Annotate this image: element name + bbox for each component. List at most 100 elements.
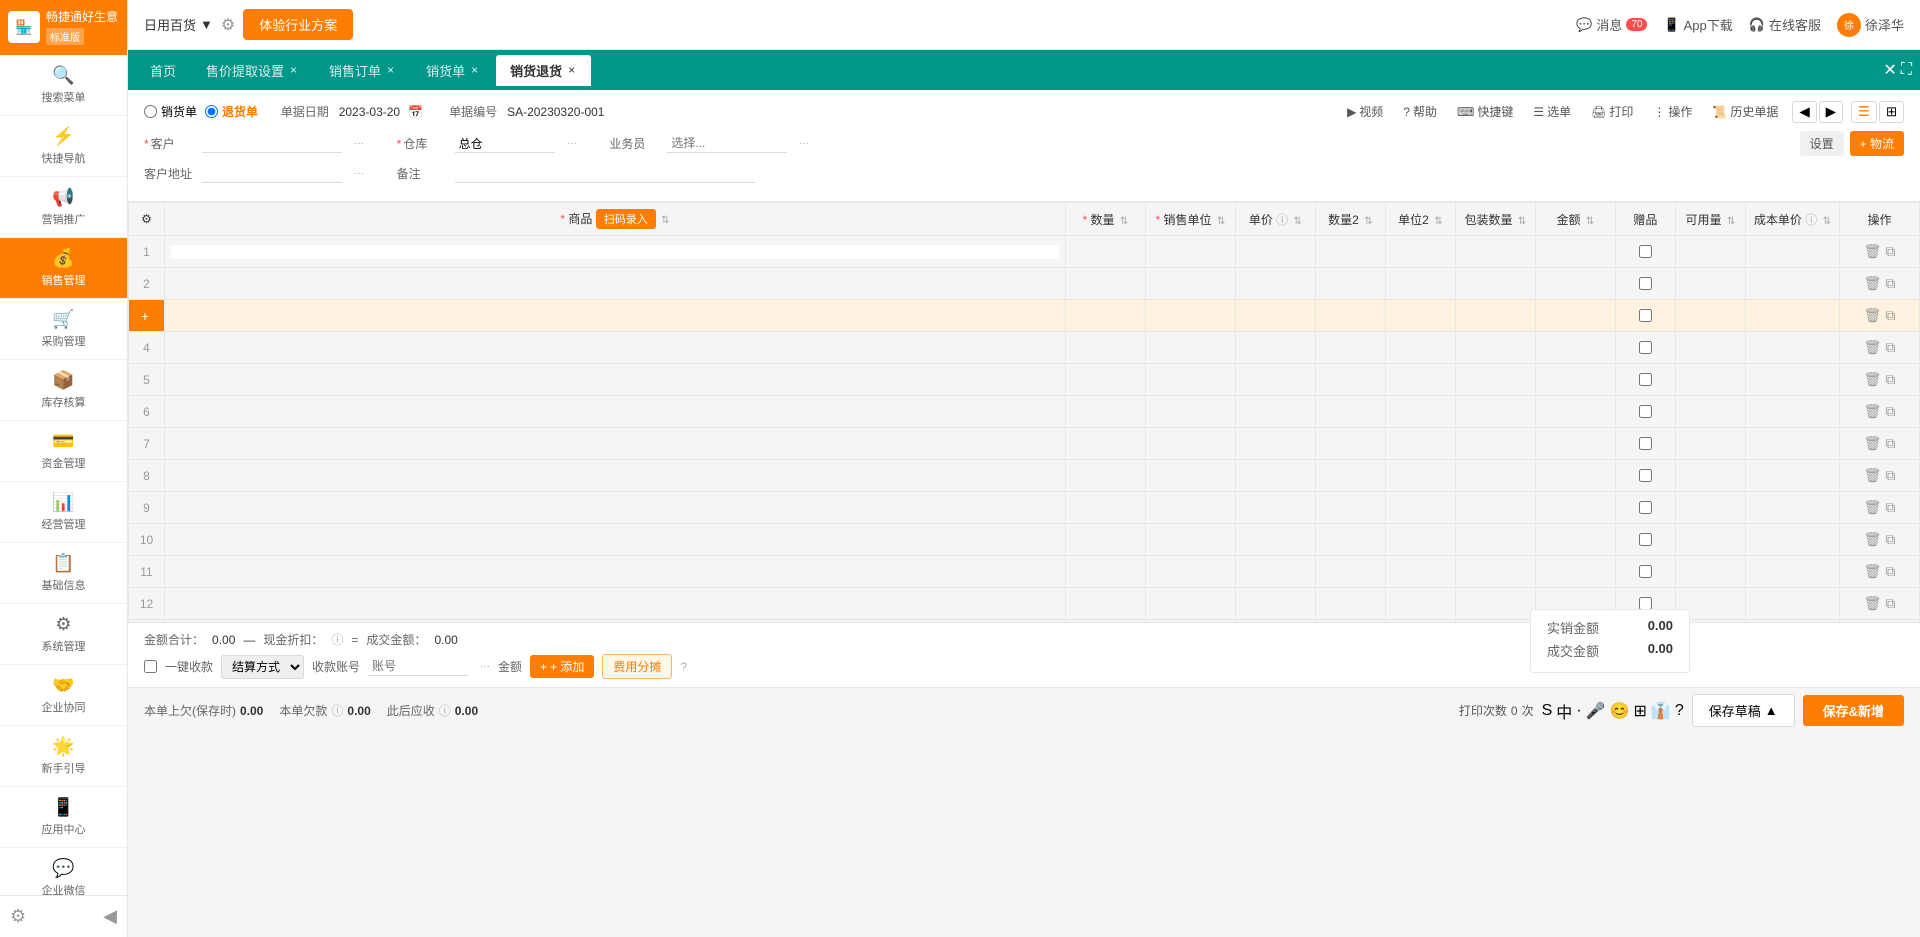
sidebar-item-new-guide[interactable]: 🌟 新手引导: [0, 726, 127, 787]
gift-check-1[interactable]: [1639, 245, 1652, 258]
user-item[interactable]: 徐 徐泽华: [1837, 13, 1904, 37]
toolbar-operation-btn[interactable]: ⋮ 操作: [1647, 100, 1698, 123]
sidebar-item-purchase[interactable]: 🛒 采购管理: [0, 299, 127, 360]
expense-btn[interactable]: 费用分摊: [602, 654, 672, 679]
row-price-2[interactable]: [1235, 268, 1315, 300]
tab-sale-delivery-close[interactable]: ×: [469, 63, 480, 77]
pack-sort-icon[interactable]: ⇅: [1518, 216, 1526, 227]
gift-check-7[interactable]: [1639, 437, 1652, 450]
customer-input[interactable]: [202, 134, 342, 153]
copy-icon[interactable]: ⧉: [1885, 435, 1895, 452]
product-input-1[interactable]: [171, 245, 1059, 259]
copy-icon[interactable]: ⧉: [1885, 403, 1895, 420]
delete-icon[interactable]: 🗑: [1864, 531, 1882, 548]
salesperson-dots[interactable]: ···: [799, 138, 809, 149]
row-price-1[interactable]: [1235, 236, 1315, 268]
row-sale-unit-2[interactable]: [1145, 268, 1235, 300]
add-row-btn[interactable]: +: [135, 306, 155, 326]
row-product-1[interactable]: [165, 236, 1066, 268]
radio-sale[interactable]: 销货单: [144, 103, 197, 120]
gift-check-9[interactable]: [1639, 501, 1652, 514]
row-gift-3[interactable]: [1615, 300, 1675, 332]
row-qty2-3[interactable]: [1315, 300, 1385, 332]
row-add-btn-cell[interactable]: +: [129, 300, 165, 332]
emoji-icon[interactable]: 😊: [1610, 701, 1630, 721]
copy-icon[interactable]: ⧉: [1885, 499, 1895, 516]
product-input-3[interactable]: [171, 309, 1059, 323]
toolbar-history-btn[interactable]: 📜 历史单据: [1706, 100, 1784, 123]
available-sort-icon[interactable]: ⇅: [1727, 216, 1735, 227]
app-download-item[interactable]: 📱 App下载: [1663, 15, 1732, 34]
gift-check-8[interactable]: [1639, 469, 1652, 482]
module-selector[interactable]: 日用百货 ▼: [144, 15, 213, 34]
prev-btn[interactable]: ◀: [1792, 101, 1816, 123]
collapse-icon[interactable]: ◀: [103, 906, 117, 927]
delete-row-2-icon[interactable]: 🗑: [1864, 275, 1882, 292]
experience-btn[interactable]: 体验行业方案: [243, 9, 353, 40]
topbar-gear-icon[interactable]: ⚙: [221, 15, 235, 35]
gift-check-6[interactable]: [1639, 405, 1652, 418]
customer-dots[interactable]: ···: [354, 138, 364, 149]
warehouse-input[interactable]: [455, 134, 555, 153]
tab-sale-order[interactable]: 销售订单 ×: [315, 55, 410, 86]
help-input-icon[interactable]: ?: [1675, 702, 1684, 720]
toolbar-print-btn[interactable]: 🖨 打印: [1585, 100, 1639, 123]
gift-check-11[interactable]: [1639, 565, 1652, 578]
settle-method-select[interactable]: 结算方式: [221, 655, 304, 679]
toolbar-video-btn[interactable]: ▶ 视频: [1341, 100, 1389, 123]
price-sort-icon[interactable]: ⇅: [1294, 216, 1302, 227]
row-sale-unit-3[interactable]: [1145, 300, 1235, 332]
settings-input-icon[interactable]: 👔: [1651, 701, 1671, 721]
input-method-icon2[interactable]: ·: [1576, 702, 1581, 720]
gift-check-5[interactable]: [1639, 373, 1652, 386]
cost-sort-icon[interactable]: ⇅: [1823, 216, 1831, 227]
row-gift-2[interactable]: [1615, 268, 1675, 300]
row-price-3[interactable]: [1235, 300, 1315, 332]
row-gift-1[interactable]: [1615, 236, 1675, 268]
delete-icon[interactable]: 🗑: [1864, 499, 1882, 516]
remark-input[interactable]: [455, 164, 755, 183]
scan-btn[interactable]: 扫码录入: [596, 209, 656, 229]
save-new-btn[interactable]: 保存&新增: [1803, 695, 1904, 726]
sidebar-item-operations[interactable]: 📊 经营管理: [0, 482, 127, 543]
product-sort-icon[interactable]: ⇅: [661, 215, 669, 226]
copy-icon[interactable]: ⧉: [1885, 339, 1895, 356]
row-product-2[interactable]: [165, 268, 1066, 300]
gift-check-4[interactable]: [1639, 341, 1652, 354]
one-click-checkbox[interactable]: [144, 660, 157, 673]
radio-sale-input[interactable]: [144, 105, 157, 118]
account-num-input[interactable]: [368, 657, 468, 676]
delete-icon[interactable]: 🗑: [1864, 339, 1882, 356]
gift-check-2[interactable]: [1639, 277, 1652, 290]
row-qty2-1[interactable]: [1315, 236, 1385, 268]
sidebar-item-app-center[interactable]: 📱 应用中心: [0, 787, 127, 848]
row-qty-1[interactable]: [1065, 236, 1145, 268]
message-item[interactable]: 💬 消息 70: [1576, 15, 1647, 34]
amount-sort-icon[interactable]: ⇅: [1586, 216, 1594, 227]
copy-icon[interactable]: ⧉: [1885, 467, 1895, 484]
tab-sale-order-close[interactable]: ×: [385, 63, 396, 77]
close-tab-btn[interactable]: ✕: [1883, 60, 1896, 80]
copy-icon[interactable]: ⧉: [1885, 595, 1895, 612]
more-input-icon[interactable]: ⊞: [1633, 701, 1646, 721]
input-method-icon1[interactable]: 中: [1556, 699, 1572, 723]
sidebar-item-system[interactable]: ⚙ 系统管理: [0, 604, 127, 665]
tab-sale-price-close[interactable]: ×: [288, 63, 299, 77]
account-dots[interactable]: ···: [480, 661, 490, 672]
calendar-icon[interactable]: 📅: [408, 105, 423, 119]
online-service-item[interactable]: 🎧 在线客服: [1749, 15, 1821, 34]
qty-sort-icon[interactable]: ⇅: [1120, 216, 1128, 227]
row-unit2-3[interactable]: [1385, 300, 1455, 332]
sidebar-item-basic-info[interactable]: 📋 基础信息: [0, 543, 127, 604]
toolbar-select-btn[interactable]: ☰ 选单: [1527, 100, 1577, 123]
row-pack-2[interactable]: [1455, 268, 1535, 300]
sidebar-item-finance[interactable]: 💳 资金管理: [0, 421, 127, 482]
row-pack-3[interactable]: [1455, 300, 1535, 332]
radio-return[interactable]: 退货单: [205, 103, 258, 120]
grid-view-btn[interactable]: ⊞: [1879, 101, 1904, 123]
tab-sale-delivery[interactable]: 销货单 ×: [412, 55, 494, 86]
row-product-3[interactable]: [165, 300, 1066, 332]
tab-sale-price[interactable]: 售价提取设置 ×: [192, 55, 313, 86]
gift-check-10[interactable]: [1639, 533, 1652, 546]
delete-icon[interactable]: 🗑: [1864, 403, 1882, 420]
